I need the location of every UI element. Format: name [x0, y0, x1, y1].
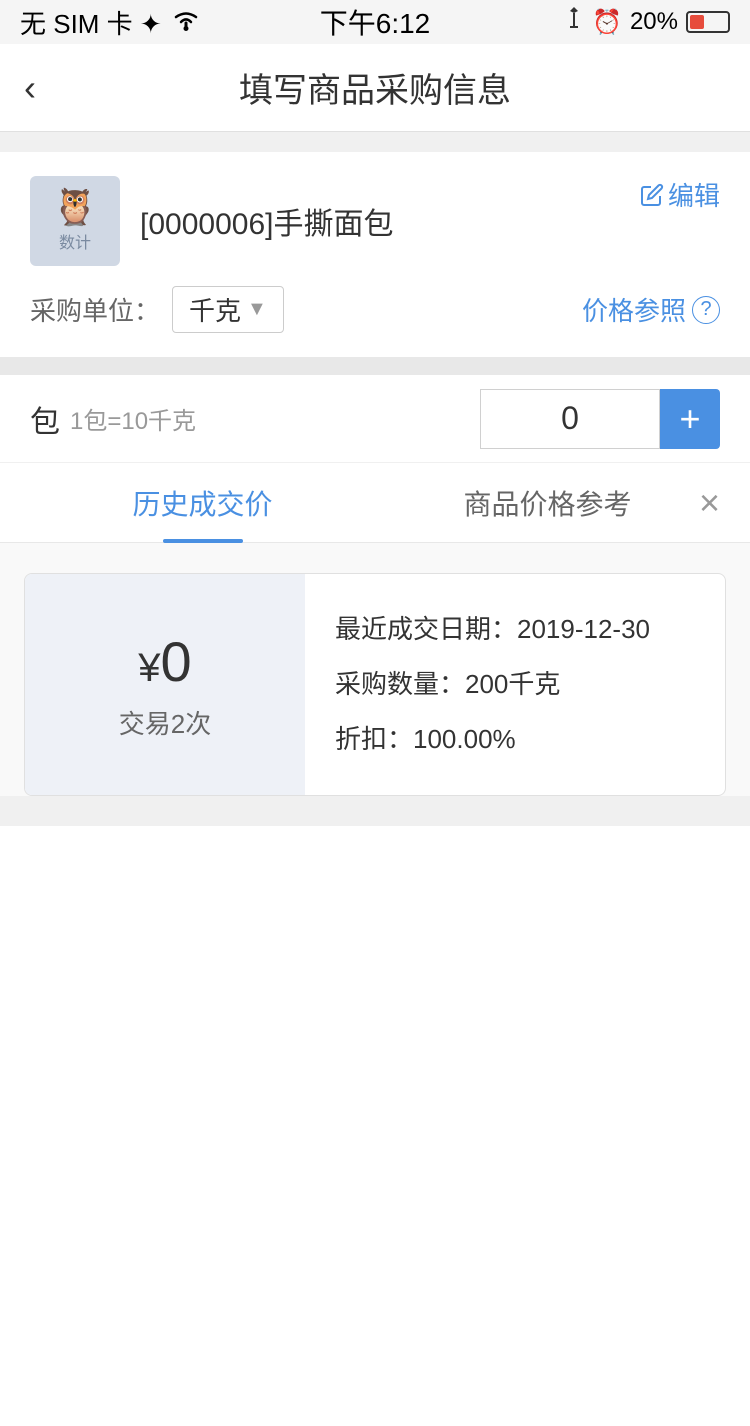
tab-active-indicator — [163, 539, 243, 543]
recent-date-label: 最近成交日期： — [335, 614, 517, 644]
price-display: ¥0 — [138, 629, 191, 694]
purchase-qty-label: 采购数量： — [335, 669, 465, 699]
edit-button[interactable]: 编辑 — [640, 176, 720, 213]
dropdown-arrow-icon: ▼ — [247, 298, 267, 321]
discount-label: 折扣： — [335, 724, 413, 754]
unit-label: 采购单位： — [30, 291, 160, 328]
tab-price-reference[interactable]: 商品价格参考 — [375, 463, 720, 543]
tab-bar: 历史成交价 商品价格参考 × — [0, 463, 750, 543]
product-name: [0000006]手撕面包 — [140, 199, 393, 243]
quantity-convert: 1包=10千克 — [70, 401, 196, 436]
recent-date-value: 2019-12-30 — [517, 614, 650, 644]
currency-symbol: ¥ — [138, 646, 160, 690]
card-detail-section: 最近成交日期：2019-12-30 采购数量：200千克 折扣：100.00% — [305, 574, 725, 795]
battery-icon — [686, 11, 730, 33]
main-content-area — [0, 826, 750, 1426]
edit-label: 编辑 — [668, 176, 720, 213]
wifi-icon — [172, 7, 200, 38]
product-thumbnail: 🦉 数计 — [30, 176, 120, 266]
product-left: 🦉 数计 [0000006]手撕面包 — [30, 176, 393, 266]
trade-count: 交易2次 — [119, 704, 211, 741]
quantity-label: 包 1包=10千克 — [30, 397, 196, 441]
status-left: 无 SIM 卡 ✦ — [20, 4, 200, 41]
page-title: 填写商品采购信息 — [239, 63, 511, 112]
tab-history-price[interactable]: 历史成交价 — [30, 463, 375, 543]
product-card: 🦉 数计 [0000006]手撕面包 编辑 采购单位： 千克 ▼ 价格参照 ? — [0, 152, 750, 357]
status-bar: 无 SIM 卡 ✦ 下午6:12 ⏰ 20% — [0, 0, 750, 44]
panel-close-button[interactable]: × — [699, 482, 720, 524]
quantity-plus-button[interactable]: + — [660, 389, 720, 449]
price-ref-button[interactable]: 价格参照 ? — [582, 291, 720, 328]
sim-status: 无 SIM 卡 ✦ — [20, 4, 162, 41]
quantity-input-group: 0 + — [480, 389, 720, 449]
bottom-panel: 历史成交价 商品价格参考 × ¥0 交易2次 最近成交日期：2019-12-30… — [0, 463, 750, 796]
unit-left: 采购单位： 千克 ▼ — [30, 286, 284, 333]
price-ref-label: 价格参照 — [582, 291, 686, 328]
unit-select[interactable]: 千克 ▼ — [172, 286, 284, 333]
tab-reference-label: 商品价格参考 — [463, 483, 631, 523]
discount-row: 折扣：100.00% — [335, 720, 695, 759]
history-data-card: ¥0 交易2次 最近成交日期：2019-12-30 采购数量：200千克 折扣：… — [24, 573, 726, 796]
brand-sub: 数计 — [59, 229, 91, 253]
nav-bar: ‹ 填写商品采购信息 — [0, 44, 750, 132]
back-button[interactable]: ‹ — [24, 67, 36, 109]
quantity-row: 包 1包=10千克 0 + — [0, 375, 750, 463]
brand-logo: 🦉 — [53, 189, 98, 225]
quantity-value: 0 — [561, 400, 579, 437]
section-divider — [0, 357, 750, 375]
unit-value: 千克 — [189, 291, 241, 328]
status-time: 下午6:12 — [320, 2, 431, 42]
card-price-section: ¥0 交易2次 — [25, 574, 305, 795]
status-right: ⏰ 20% — [564, 7, 730, 38]
purchase-qty-value: 200千克 — [465, 669, 560, 699]
battery-percent: 20% — [630, 8, 678, 36]
price-value: 0 — [161, 630, 192, 693]
quantity-unit: 包 — [30, 397, 60, 441]
alarm-icon: ⏰ — [592, 8, 622, 37]
info-icon: ? — [692, 296, 720, 324]
discount-value: 100.00% — [413, 724, 516, 754]
tab-history-label: 历史成交价 — [132, 483, 272, 523]
recent-date-row: 最近成交日期：2019-12-30 — [335, 610, 695, 649]
product-header: 🦉 数计 [0000006]手撕面包 编辑 — [30, 176, 720, 266]
purchase-qty-row: 采购数量：200千克 — [335, 665, 695, 704]
product-unit-row: 采购单位： 千克 ▼ 价格参照 ? — [30, 286, 720, 333]
location-icon — [564, 7, 584, 38]
quantity-input[interactable]: 0 — [480, 389, 660, 449]
